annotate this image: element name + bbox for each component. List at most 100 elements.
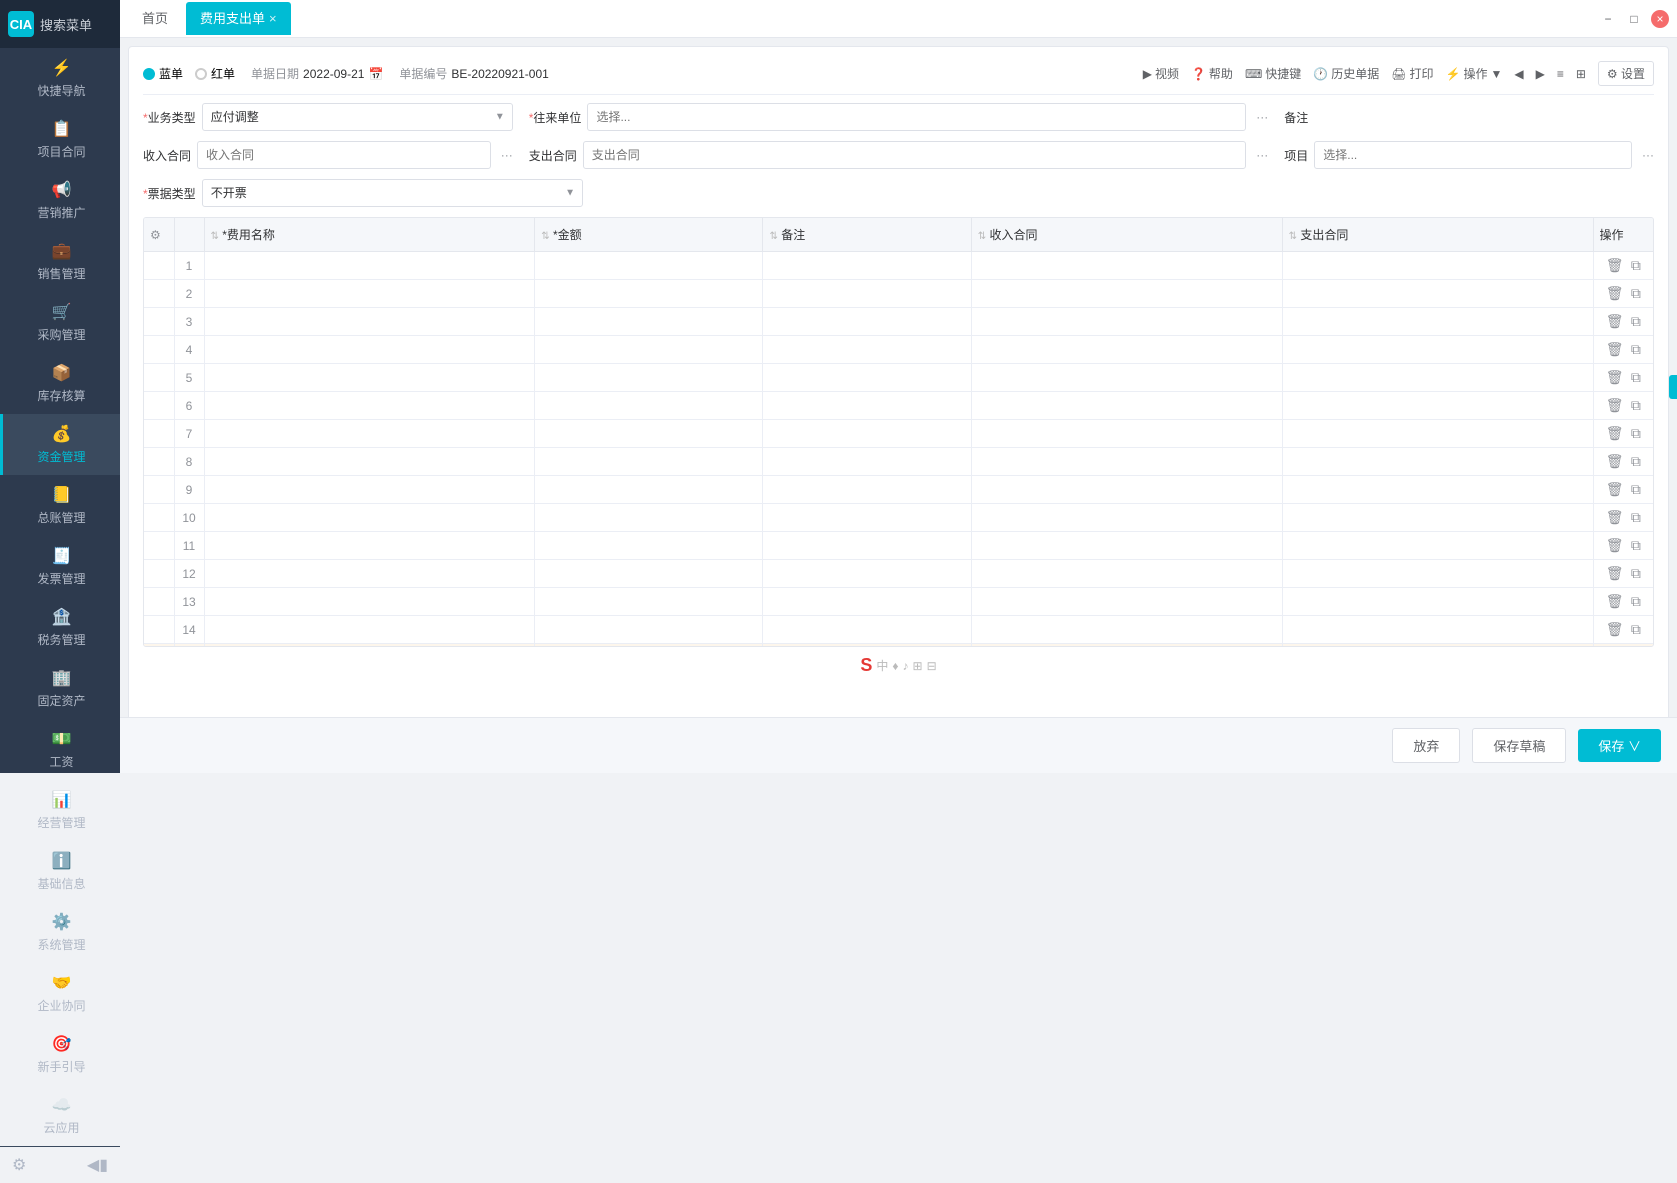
copy-row-icon[interactable]: ⧉ [1631,509,1641,525]
amount-cell[interactable] [535,280,763,308]
sidebar-item-fixed-assets[interactable]: 🏢 固定资产 [0,658,120,719]
remark-cell[interactable] [763,392,971,420]
tab-expense[interactable]: 费用支出单× [186,2,291,35]
expense-contract-cell[interactable] [1282,588,1593,616]
sidebar-item-purchase[interactable]: 🛒 采购管理 [0,292,120,353]
col-setting[interactable]: ⚙ [144,218,174,252]
save-button[interactable]: 保存 ∨ [1578,729,1661,762]
sidebar-item-new-guide[interactable]: 🎯 新手引导 [0,1024,120,1085]
view-grid-action[interactable]: ⊞ [1576,67,1586,81]
remark-cell[interactable] [763,448,971,476]
sidebar-item-enterprise[interactable]: 🤝 企业协同 [0,963,120,1024]
copy-row-icon[interactable]: ⧉ [1631,621,1641,637]
income-contract-cell[interactable] [971,476,1282,504]
copy-row-icon[interactable]: ⧉ [1631,481,1641,497]
income-contract-cell[interactable] [971,280,1282,308]
prev-action[interactable]: ◀ [1514,67,1523,81]
sidebar-item-basic-info[interactable]: ℹ️ 基础信息 [0,841,120,902]
copy-row-icon[interactable]: ⧉ [1631,313,1641,329]
sidebar-item-business[interactable]: 📊 经营管理 [0,780,120,841]
sidebar-item-project-contract[interactable]: 📋 项目合同 [0,109,120,170]
remark-cell[interactable] [763,308,971,336]
sidebar-item-capital[interactable]: 💰 资金管理 [0,414,120,475]
amount-cell[interactable] [535,616,763,644]
tab-close-icon[interactable]: × [269,11,277,26]
maximize-button[interactable]: □ [1625,10,1643,28]
blue-bill-radio[interactable]: 蓝单 [143,65,183,82]
amount-cell[interactable] [535,476,763,504]
remark-cell[interactable] [763,560,971,588]
amount-cell[interactable] [535,532,763,560]
delete-row-icon[interactable]: 🗑 [1606,621,1624,637]
delete-row-icon[interactable]: 🗑 [1606,453,1624,469]
expense-contract-cell[interactable] [1282,252,1593,280]
copy-row-icon[interactable]: ⧉ [1631,397,1641,413]
delete-row-icon[interactable]: 🗑 [1606,537,1624,553]
expense-contract-cell[interactable] [1282,420,1593,448]
settings-icon[interactable]: ⚙ [12,1155,26,1175]
sidebar-item-system[interactable]: ⚙️ 系统管理 [0,902,120,963]
income-contract-cell[interactable] [971,252,1282,280]
income-contract-cell[interactable] [971,588,1282,616]
sidebar-item-ledger[interactable]: 📒 总账管理 [0,475,120,536]
remark-cell[interactable] [763,504,971,532]
copy-row-icon[interactable]: ⧉ [1631,257,1641,273]
operation-action[interactable]: ⚡ 操作 ▼ [1446,65,1503,82]
expense-contract-cell[interactable] [1282,448,1593,476]
expense-contract-cell[interactable] [1282,532,1593,560]
expense-name-cell[interactable] [204,476,535,504]
sidebar-item-tax[interactable]: 🏦 税务管理 [0,597,120,658]
counterpart-extra-icon[interactable]: ··· [1256,110,1268,124]
amount-cell[interactable] [535,588,763,616]
project-input[interactable] [1314,141,1632,169]
expense-name-cell[interactable] [204,252,535,280]
amount-cell[interactable] [535,448,763,476]
income-contract-extra-icon[interactable]: ··· [501,148,513,162]
copy-row-icon[interactable]: ⧉ [1631,425,1641,441]
calendar-icon[interactable]: 📅 [368,67,383,81]
delete-row-icon[interactable]: 🗑 [1606,509,1624,525]
copy-row-icon[interactable]: ⧉ [1631,369,1641,385]
close-button[interactable]: × [1651,10,1669,28]
expense-name-cell[interactable] [204,280,535,308]
expense-name-cell[interactable] [204,616,535,644]
sidebar-item-cloud-app[interactable]: ☁️ 云应用 [0,1085,120,1146]
sidebar-search-label[interactable]: 搜索菜单 [40,15,92,34]
invoice-type-select[interactable]: 不开票 [202,179,583,207]
video-action[interactable]: ▶ 视频 [1143,65,1179,82]
project-extra-icon[interactable]: ··· [1642,148,1654,162]
expense-name-cell[interactable] [204,364,535,392]
print-action[interactable]: 🖨 打印 [1391,65,1433,82]
save-draft-button[interactable]: 保存草稿 [1472,728,1566,763]
business-type-select[interactable]: 应付调整 [202,103,513,131]
delete-row-icon[interactable]: 🗑 [1606,481,1624,497]
amount-cell[interactable] [535,336,763,364]
expense-contract-extra-icon[interactable]: ··· [1256,148,1268,162]
remark-cell[interactable] [763,252,971,280]
sidebar-item-sales[interactable]: 💼 销售管理 [0,231,120,292]
expense-name-cell[interactable] [204,560,535,588]
delete-row-icon[interactable]: 🗑 [1606,425,1624,441]
expense-name-cell[interactable] [204,308,535,336]
expense-name-cell[interactable] [204,532,535,560]
income-contract-cell[interactable] [971,364,1282,392]
shortcut-action[interactable]: ⌨ 快捷键 [1245,65,1301,82]
remark-cell[interactable] [763,280,971,308]
income-contract-cell[interactable] [971,336,1282,364]
copy-row-icon[interactable]: ⧉ [1631,285,1641,301]
amount-cell[interactable] [535,308,763,336]
remark-cell[interactable] [763,364,971,392]
expense-contract-input[interactable] [583,141,1246,169]
amount-cell[interactable] [535,560,763,588]
red-bill-radio[interactable]: 红单 [195,65,235,82]
amount-cell[interactable] [535,364,763,392]
income-contract-cell[interactable] [971,532,1282,560]
speaker-icon[interactable]: ◀▮ [87,1155,108,1175]
expense-contract-cell[interactable] [1282,364,1593,392]
remark-cell[interactable] [763,532,971,560]
income-contract-cell[interactable] [971,560,1282,588]
view-list-action[interactable]: ≡ [1557,67,1564,81]
help-action[interactable]: ❓ 帮助 [1191,65,1233,82]
income-contract-cell[interactable] [971,616,1282,644]
copy-row-icon[interactable]: ⧉ [1631,537,1641,553]
